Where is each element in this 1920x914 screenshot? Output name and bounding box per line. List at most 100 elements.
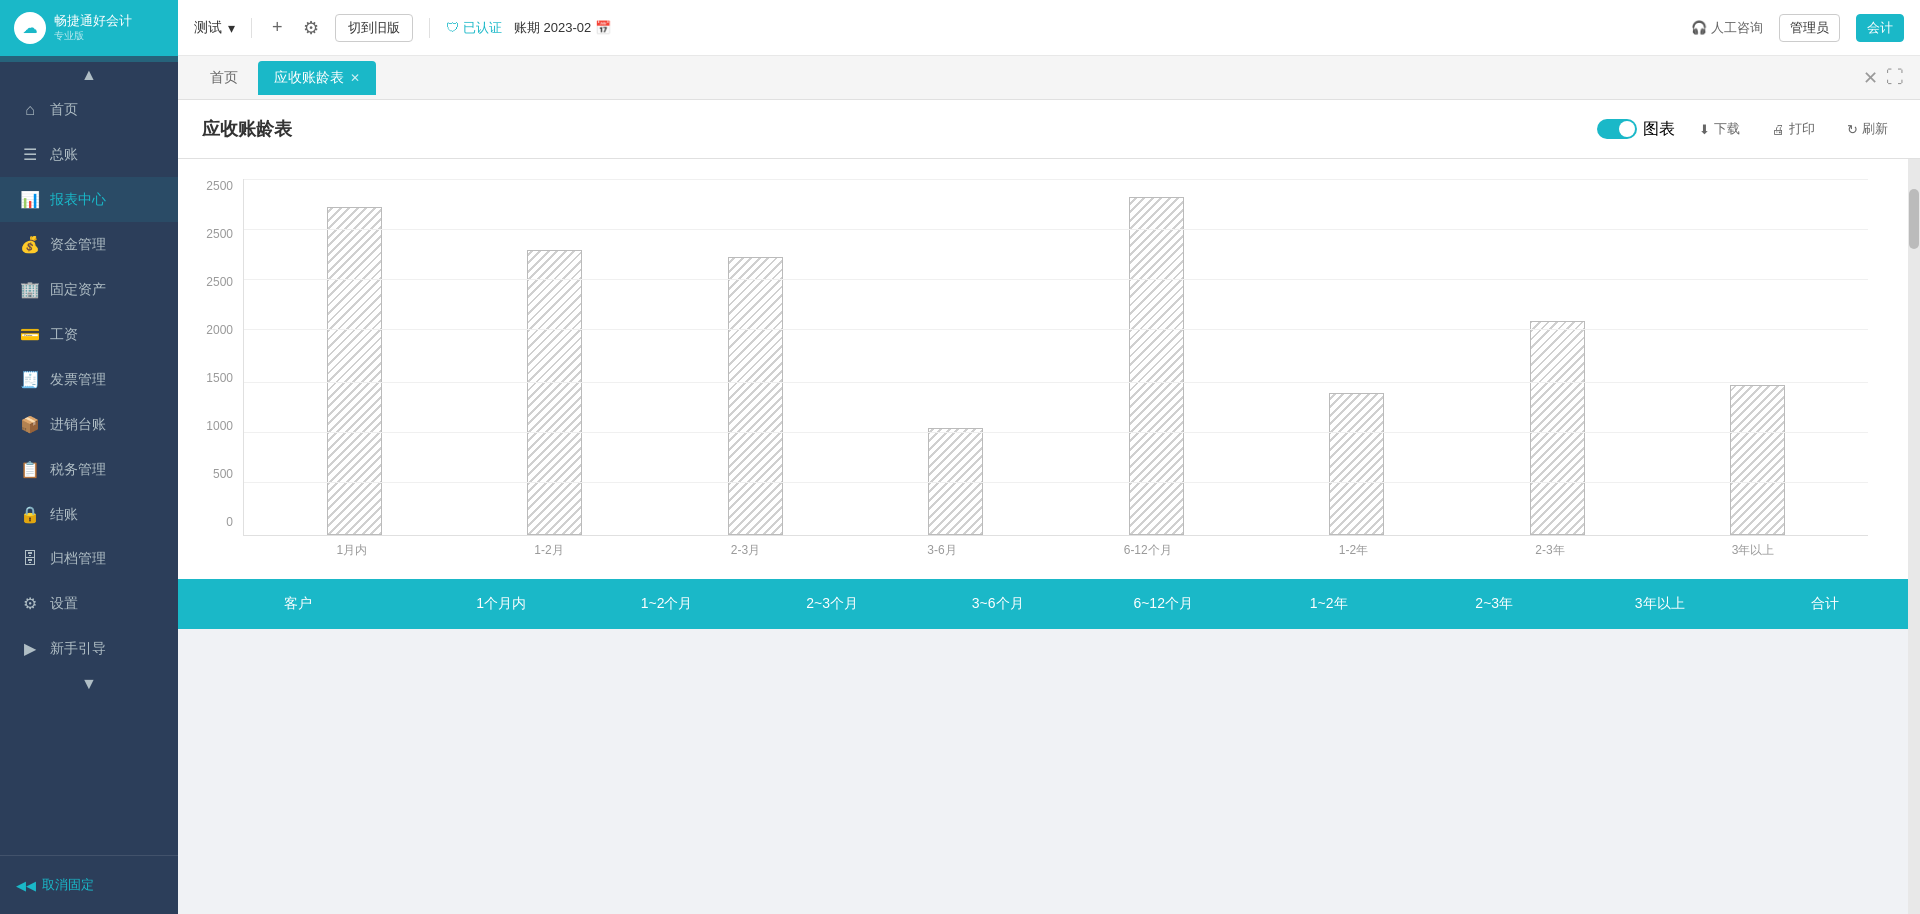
consultation-label: 人工咨询 (1711, 19, 1763, 37)
tab-close-window-icon[interactable]: ✕ (1863, 67, 1878, 89)
ledger-icon: ☰ (20, 145, 40, 164)
th-6-12month: 6~12个月 (1080, 579, 1246, 629)
th-1month: 1个月内 (418, 579, 584, 629)
tab-home-label: 首页 (210, 69, 238, 85)
y-label-2500b: 2500 (206, 227, 233, 241)
table-container: 客户 1个月内 1~2个月 2~3个月 3~6个月 6~12个月 1~2年 2~… (178, 579, 1908, 629)
sidebar-scroll-down[interactable]: ▼ (0, 671, 178, 697)
cancel-fixed-button[interactable]: ◀◀ 取消固定 (0, 866, 178, 904)
topbar-right: 🎧 人工咨询 管理员 会计 (1691, 14, 1904, 42)
tab-bar-actions: ✕ ⛶ (1863, 67, 1904, 89)
topbar-settings-button[interactable]: ⚙ (299, 13, 323, 43)
sidebar-item-home-label: 首页 (50, 101, 78, 119)
download-button[interactable]: ⬇ 下载 (1691, 116, 1748, 142)
y-label-1500: 1500 (206, 371, 233, 385)
tab-expand-icon[interactable]: ⛶ (1886, 67, 1904, 88)
switch-old-button[interactable]: 切到旧版 (335, 14, 413, 42)
page-title: 应收账龄表 (202, 117, 292, 141)
sidebar-item-ledger-label: 总账 (50, 146, 78, 164)
add-icon: + (272, 17, 283, 38)
sidebar-item-settings-label: 设置 (50, 595, 78, 613)
bar-col-5 (1329, 179, 1384, 535)
sidebar-item-funds[interactable]: 💰 资金管理 (0, 222, 178, 267)
sidebar-item-reports[interactable]: 📊 报表中心 (0, 177, 178, 222)
print-icon: 🖨 (1772, 122, 1785, 137)
th-total: 合计 (1743, 579, 1908, 629)
x-label-2: 2-3月 (731, 542, 760, 559)
app-name-block: 畅捷通好会计 专业版 (54, 13, 132, 44)
invoice-icon: 🧾 (20, 370, 40, 389)
y-label-500: 500 (213, 467, 233, 481)
tab-bar: 首页 应收账龄表 ✕ ✕ ⛶ (178, 56, 1920, 100)
bar-1-2year (1329, 393, 1384, 535)
scrollbar[interactable] (1908, 159, 1920, 914)
th-2-3year: 2~3年 (1411, 579, 1577, 629)
x-label-7: 3年以上 (1732, 542, 1775, 559)
toggle-track[interactable] (1597, 119, 1637, 139)
sidebar-item-settings[interactable]: ⚙ 设置 (0, 581, 178, 626)
sidebar-scroll-up[interactable]: ▲ (0, 62, 178, 88)
sidebar-item-payroll-label: 工资 (50, 326, 78, 344)
bar-3year-plus (1730, 385, 1785, 535)
refresh-label: 刷新 (1862, 120, 1888, 138)
manager-button[interactable]: 管理员 (1779, 14, 1840, 42)
cancel-fixed-icon: ◀◀ (16, 878, 36, 893)
sidebar-item-home[interactable]: ⌂ 首页 (0, 88, 178, 132)
sidebar-item-payroll[interactable]: 💳 工资 (0, 312, 178, 357)
tab-home[interactable]: 首页 (194, 61, 254, 95)
role-button[interactable]: 会计 (1856, 14, 1904, 42)
add-button[interactable]: + (268, 13, 287, 42)
content-header-actions: 图表 ⬇ 下载 🖨 打印 ↻ 刷新 (1597, 116, 1896, 142)
settings-nav-icon: ⚙ (20, 594, 40, 613)
sidebar-logo: ☁ 畅捷通好会计 专业版 (0, 0, 178, 56)
company-selector[interactable]: 测试 ▾ (194, 19, 235, 37)
tab-aging[interactable]: 应收账龄表 ✕ (258, 61, 376, 95)
th-customer: 客户 (178, 579, 418, 629)
bar-col-0 (327, 179, 382, 535)
sidebar-item-funds-label: 资金管理 (50, 236, 106, 254)
chart-x-labels: 1月内 1-2月 2-3月 3-6月 6-12个月 1-2年 2-3年 3年以上 (243, 536, 1868, 559)
payroll-icon: 💳 (20, 325, 40, 344)
sidebar-item-reports-label: 报表中心 (50, 191, 106, 209)
topbar-divider-1 (251, 18, 252, 38)
main-area: 测试 ▾ + ⚙ 切到旧版 🛡 已认证 账期 2023-02 📅 🎧 人工咨询 … (178, 0, 1920, 914)
sidebar-item-inventory[interactable]: 📦 进销台账 (0, 402, 178, 447)
chart-y-axis: 2500 2500 2500 2000 1500 1000 500 0 (198, 179, 243, 559)
company-dropdown-icon: ▾ (228, 20, 235, 36)
headset-icon: 🎧 (1691, 20, 1707, 35)
sidebar-item-guide[interactable]: ▶ 新手引导 (0, 626, 178, 671)
sidebar-item-closing[interactable]: 🔒 结账 (0, 492, 178, 537)
toggle-thumb (1619, 121, 1635, 137)
app-name: 畅捷通好会计 (54, 13, 132, 30)
bars-group (254, 179, 1858, 535)
sidebar-item-archive[interactable]: 🗄 归档管理 (0, 537, 178, 581)
refresh-button[interactable]: ↻ 刷新 (1839, 116, 1896, 142)
sidebar-item-assets-label: 固定资产 (50, 281, 106, 299)
th-3year-plus: 3年以上 (1577, 579, 1743, 629)
sidebar-item-assets[interactable]: 🏢 固定资产 (0, 267, 178, 312)
content-body: 2500 2500 2500 2000 1500 1000 500 0 (178, 159, 1920, 914)
sidebar-item-tax[interactable]: 📋 税务管理 (0, 447, 178, 492)
sidebar-item-archive-label: 归档管理 (50, 550, 106, 568)
refresh-icon: ↻ (1847, 122, 1858, 137)
y-label-0: 0 (226, 515, 233, 529)
tab-close-icon[interactable]: ✕ (350, 71, 360, 85)
download-label: 下载 (1714, 120, 1740, 138)
app-logo-icon: ☁ (14, 12, 46, 44)
calendar-icon[interactable]: 📅 (595, 20, 611, 35)
certified-label: 已认证 (463, 19, 502, 37)
chart-toggle[interactable]: 图表 (1597, 119, 1675, 140)
consultation-button[interactable]: 🎧 人工咨询 (1691, 19, 1763, 37)
bar-col-3 (928, 179, 983, 535)
print-button[interactable]: 🖨 打印 (1764, 116, 1823, 142)
x-label-1: 1-2月 (534, 542, 563, 559)
x-label-0: 1月内 (337, 542, 368, 559)
guide-icon: ▶ (20, 639, 40, 658)
print-label: 打印 (1789, 120, 1815, 138)
sidebar-item-invoice-label: 发票管理 (50, 371, 106, 389)
sidebar-item-invoice[interactable]: 🧾 发票管理 (0, 357, 178, 402)
sidebar: ☁ 畅捷通好会计 专业版 ▲ ⌂ 首页 ☰ 总账 📊 报表中心 💰 资金管理 🏢… (0, 0, 178, 914)
app-edition: 专业版 (54, 29, 132, 43)
y-label-2500a: 2500 (206, 179, 233, 193)
sidebar-item-ledger[interactable]: ☰ 总账 (0, 132, 178, 177)
